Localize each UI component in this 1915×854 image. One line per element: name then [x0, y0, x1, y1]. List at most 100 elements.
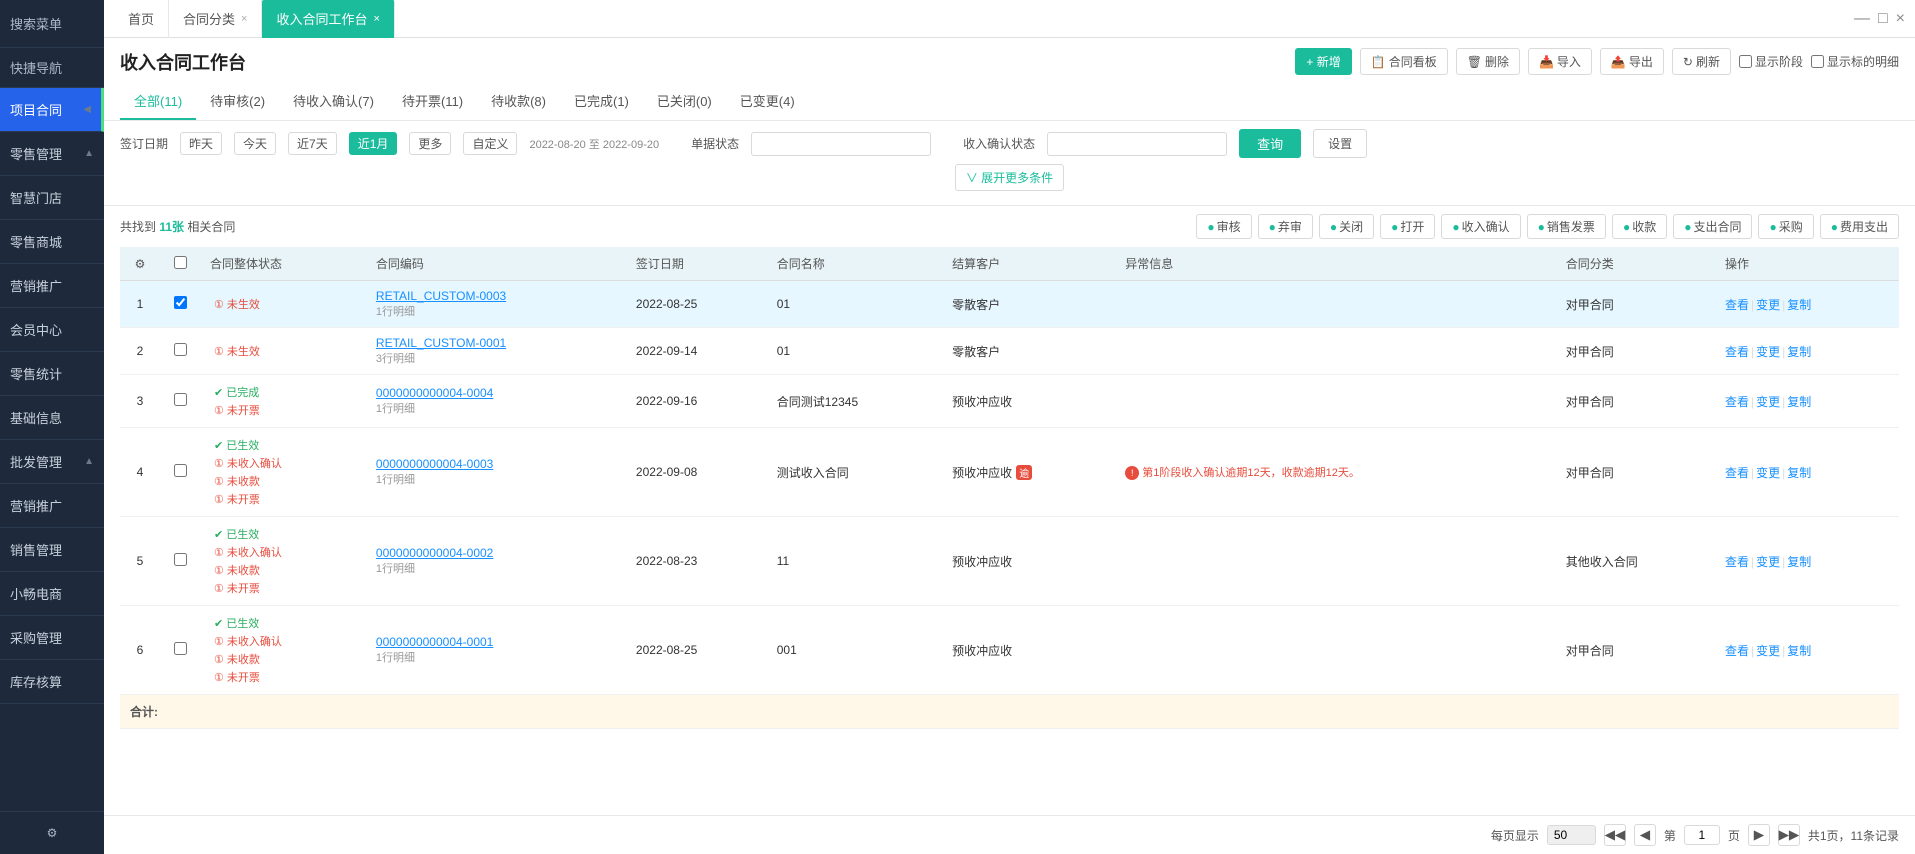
- sidebar-item-retail-stats[interactable]: 零售统计: [0, 352, 104, 396]
- sub-tab-pending-invoice[interactable]: 待开票(11): [388, 83, 477, 120]
- cell-checkbox[interactable]: [160, 606, 200, 695]
- op-btn-查看[interactable]: 查看: [1725, 555, 1749, 569]
- op-btn-变更[interactable]: 变更: [1756, 395, 1780, 409]
- cell-checkbox[interactable]: [160, 517, 200, 606]
- page-number-input[interactable]: [1684, 825, 1720, 845]
- close-income-contract-icon[interactable]: ×: [373, 13, 379, 25]
- income-confirm-select[interactable]: [1047, 132, 1227, 156]
- date-btn-custom[interactable]: 自定义: [463, 132, 517, 155]
- op-btn-复制[interactable]: 复制: [1787, 644, 1811, 658]
- op-btn-查看[interactable]: 查看: [1725, 644, 1749, 658]
- tab-income-contract[interactable]: 收入合同工作台 ×: [262, 0, 394, 38]
- abandon-btn[interactable]: ● 弃审: [1258, 214, 1313, 239]
- sidebar-item-project-contract[interactable]: 项目合同 ◀: [0, 88, 104, 132]
- op-btn-查看[interactable]: 查看: [1725, 395, 1749, 409]
- op-btn-复制[interactable]: 复制: [1787, 345, 1811, 359]
- sidebar-item-sales-mgmt[interactable]: 销售管理: [0, 528, 104, 572]
- sidebar-quick-nav[interactable]: 快捷导航: [0, 48, 104, 88]
- date-btn-last1month[interactable]: 近1月: [349, 132, 398, 155]
- sidebar-item-basic-info[interactable]: 基础信息: [0, 396, 104, 440]
- sidebar-search[interactable]: 搜索菜单: [0, 0, 104, 48]
- export-button[interactable]: 📤 导出: [1600, 48, 1664, 75]
- sub-tab-all[interactable]: 全部(11): [120, 83, 196, 120]
- sidebar-item-marketing[interactable]: 营销推广: [0, 264, 104, 308]
- sub-tab-pending-income-confirm[interactable]: 待收入确认(7): [279, 83, 388, 120]
- maximize-icon[interactable]: □: [1878, 10, 1888, 28]
- op-btn-复制[interactable]: 复制: [1787, 298, 1811, 312]
- sales-invoice-btn[interactable]: ● 销售发票: [1527, 214, 1606, 239]
- op-btn-变更[interactable]: 变更: [1756, 298, 1780, 312]
- show-details-checkbox[interactable]: 显示标的明细: [1811, 53, 1899, 70]
- close-btn[interactable]: ● 关闭: [1319, 214, 1374, 239]
- expense-payment-btn[interactable]: ● 费用支出: [1820, 214, 1899, 239]
- op-btn-复制[interactable]: 复制: [1787, 555, 1811, 569]
- minimize-icon[interactable]: —: [1854, 10, 1870, 28]
- expand-more-button[interactable]: ∨ 展开更多条件: [955, 164, 1064, 191]
- th-settings[interactable]: ⚙: [120, 247, 160, 281]
- doc-status-select[interactable]: [751, 132, 931, 156]
- sidebar-item-retail-mgmt[interactable]: 零售管理 ▲: [0, 132, 104, 176]
- sidebar-item-marketing2[interactable]: 营销推广: [0, 484, 104, 528]
- op-btn-查看[interactable]: 查看: [1725, 298, 1749, 312]
- sidebar-item-purchase-mgmt[interactable]: 采购管理: [0, 616, 104, 660]
- date-btn-yesterday[interactable]: 昨天: [180, 132, 222, 155]
- print-btn[interactable]: ● 打开: [1380, 214, 1435, 239]
- contract-code-link[interactable]: 0000000000004-0002: [376, 546, 493, 560]
- next-page-button[interactable]: ▶: [1748, 824, 1770, 846]
- setting-button[interactable]: 设置: [1313, 129, 1367, 158]
- expense-contract-btn[interactable]: ● 支出合同: [1673, 214, 1752, 239]
- sidebar-item-inventory[interactable]: 库存核算: [0, 660, 104, 704]
- collection-btn[interactable]: ● 收款: [1612, 214, 1667, 239]
- sub-tab-closed[interactable]: 已关闭(0): [643, 83, 726, 120]
- op-btn-变更[interactable]: 变更: [1756, 555, 1780, 569]
- sidebar-item-member-center[interactable]: 会员中心: [0, 308, 104, 352]
- income-confirm-btn[interactable]: ● 收入确认: [1441, 214, 1520, 239]
- op-btn-复制[interactable]: 复制: [1787, 395, 1811, 409]
- sub-tab-completed[interactable]: 已完成(1): [560, 83, 643, 120]
- tab-home[interactable]: 首页: [114, 0, 169, 38]
- select-all-checkbox[interactable]: [174, 256, 187, 269]
- contract-code-link[interactable]: RETAIL_CUSTOM-0001: [376, 336, 506, 350]
- sidebar-item-retail-mall[interactable]: 零售商城: [0, 220, 104, 264]
- op-btn-变更[interactable]: 变更: [1756, 644, 1780, 658]
- refresh-button[interactable]: ↻ 刷新: [1672, 48, 1731, 75]
- date-btn-more[interactable]: 更多: [409, 132, 451, 155]
- cell-checkbox[interactable]: [160, 281, 200, 328]
- date-btn-today[interactable]: 今天: [234, 132, 276, 155]
- cell-checkbox[interactable]: [160, 428, 200, 517]
- contract-code-link[interactable]: RETAIL_CUSTOM-0003: [376, 289, 506, 303]
- op-btn-查看[interactable]: 查看: [1725, 345, 1749, 359]
- delete-button[interactable]: 🗑 删除: [1456, 48, 1520, 75]
- op-btn-变更[interactable]: 变更: [1756, 466, 1780, 480]
- date-btn-last7[interactable]: 近7天: [288, 132, 337, 155]
- prev-page-button[interactable]: ◀: [1634, 824, 1656, 846]
- sidebar-item-smart-store[interactable]: 智慧门店: [0, 176, 104, 220]
- sidebar-settings[interactable]: ⚙: [0, 811, 104, 854]
- contract-code-link[interactable]: 0000000000004-0004: [376, 386, 493, 400]
- window-close-icon[interactable]: ×: [1896, 10, 1905, 28]
- query-button[interactable]: 查询: [1239, 129, 1301, 158]
- th-checkbox[interactable]: [160, 247, 200, 281]
- first-page-button[interactable]: ◀◀: [1604, 824, 1626, 846]
- sidebar-item-xiaochangec[interactable]: 小畅电商: [0, 572, 104, 616]
- op-btn-查看[interactable]: 查看: [1725, 466, 1749, 480]
- purchase-btn[interactable]: ● 采购: [1758, 214, 1813, 239]
- op-btn-变更[interactable]: 变更: [1756, 345, 1780, 359]
- add-button[interactable]: + 新增: [1295, 48, 1351, 75]
- cell-checkbox[interactable]: [160, 375, 200, 428]
- show-fields-checkbox[interactable]: 显示阶段: [1739, 53, 1803, 70]
- contract-code-link[interactable]: 0000000000004-0001: [376, 635, 493, 649]
- close-contract-category-icon[interactable]: ×: [241, 13, 247, 25]
- import-button[interactable]: 📥 导入: [1528, 48, 1592, 75]
- cell-checkbox[interactable]: [160, 328, 200, 375]
- review-btn[interactable]: ● 审核: [1196, 214, 1251, 239]
- sub-tab-pending-collection[interactable]: 待收款(8): [477, 83, 560, 120]
- tab-contract-category[interactable]: 合同分类 ×: [169, 0, 262, 38]
- contract-code-link[interactable]: 0000000000004-0003: [376, 457, 493, 471]
- kanban-button[interactable]: 📋 合同看板: [1360, 48, 1448, 75]
- op-btn-复制[interactable]: 复制: [1787, 466, 1811, 480]
- per-page-select[interactable]: 50 100 200: [1547, 825, 1596, 845]
- sidebar-item-wholesale-mgmt[interactable]: 批发管理 ▲: [0, 440, 104, 484]
- last-page-button[interactable]: ▶▶: [1778, 824, 1800, 846]
- sub-tab-changed[interactable]: 已变更(4): [726, 83, 809, 120]
